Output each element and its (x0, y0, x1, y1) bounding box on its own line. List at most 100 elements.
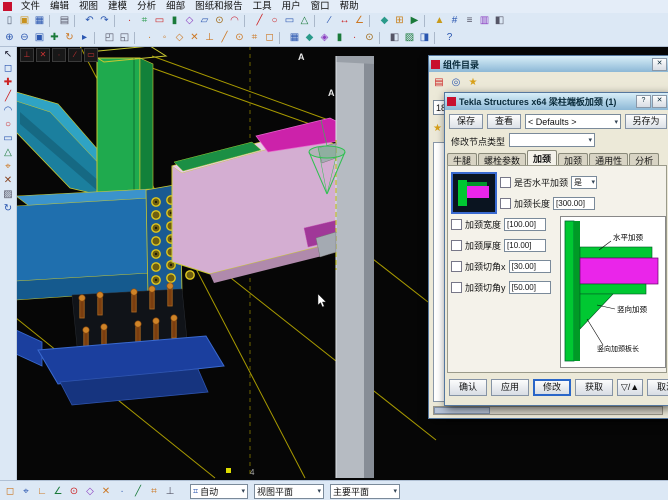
menu-item[interactable]: 图纸和报告 (190, 0, 248, 13)
menu-item[interactable]: 用户 (277, 0, 306, 13)
snap-toggle-4-icon[interactable]: ∠ (50, 484, 66, 499)
zoom-in-icon[interactable]: ⊕ (2, 31, 17, 45)
macro-icon[interactable]: ▶ (407, 14, 422, 28)
pan-icon[interactable]: ✚ (47, 31, 62, 45)
undo-icon[interactable]: ↶ (82, 14, 97, 28)
snap-toggle-3-icon[interactable]: ∟ (34, 484, 50, 499)
redo-icon[interactable]: ↷ (97, 14, 112, 28)
field-control[interactable]: 是 (571, 175, 598, 189)
close-icon[interactable]: ✕ (652, 95, 667, 108)
zoom-fit-icon[interactable]: ▣ (32, 31, 47, 45)
auto-snap-select[interactable]: ⌗ 自动 ▾ (190, 483, 248, 499)
menu-item[interactable]: 帮助 (335, 0, 364, 13)
view-plane-select[interactable]: 视图平面 ▾ (254, 483, 324, 499)
open-model-icon[interactable]: ▣ (17, 14, 32, 28)
catalog-book-icon[interactable]: ▤ (432, 76, 446, 90)
hatch-icon[interactable]: ▨ (1, 188, 15, 202)
draw-circle-icon[interactable]: ○ (1, 118, 15, 132)
snap-toggle-5-icon[interactable]: ⊙ (66, 484, 82, 499)
create-point-icon[interactable]: ∙ (122, 14, 137, 28)
dialog-titlebar[interactable]: Tekla Structures x64 梁柱端板加颈 (1) ? ✕ (445, 93, 668, 110)
menu-item[interactable]: 工具 (248, 0, 277, 13)
snap-toggle-9-icon[interactable]: ╱ (130, 484, 146, 499)
modify-type-select[interactable]: ▾ (509, 133, 595, 147)
draw-arc-icon[interactable]: ◠ (1, 104, 15, 118)
area-select-icon[interactable]: ◻ (1, 62, 15, 76)
snap-dot-icon[interactable]: ∙ (52, 48, 66, 62)
modify-button[interactable]: 修改 (533, 379, 571, 396)
field-control[interactable]: [300.00] (553, 196, 596, 210)
view-3d-icon[interactable]: ◱ (117, 31, 132, 45)
catalog-hscrollbar[interactable] (433, 406, 663, 415)
apply-button[interactable]: 应用 (491, 379, 529, 396)
component-catalog-icon[interactable]: ◆ (377, 14, 392, 28)
select-point-icon[interactable]: ∙ (347, 31, 362, 45)
fly-icon[interactable]: ▸ (77, 31, 92, 45)
field-control[interactable]: [30.00] (508, 259, 551, 273)
circle-tool-icon[interactable]: ○ (267, 14, 282, 28)
polygon-tool-icon[interactable]: △ (297, 14, 312, 28)
snap-perp-icon[interactable]: ⊥ (202, 31, 217, 45)
select-all-icon[interactable]: ▦ (287, 31, 302, 45)
create-grid-icon[interactable]: ⌗ (137, 14, 152, 28)
rect-tool-icon[interactable]: ▭ (282, 14, 297, 28)
select-assembly-icon[interactable]: ◈ (317, 31, 332, 45)
help-icon[interactable]: ? (636, 95, 651, 108)
snap-line-icon[interactable]: ╱ (217, 31, 232, 45)
catalog-star-icon[interactable]: ★ (466, 76, 480, 90)
field-control[interactable]: [10.00] (504, 238, 547, 252)
save-button[interactable]: 保存 (449, 114, 483, 129)
dim-tool-icon[interactable]: ∕ (68, 48, 82, 62)
main-plane-select[interactable]: 主要平面 ▾ (330, 483, 400, 499)
snap-grid-icon[interactable]: ⌗ (247, 31, 262, 45)
field-control[interactable]: [100.00] (504, 217, 547, 231)
auto-connection-icon[interactable]: ⊞ (392, 14, 407, 28)
render-icon[interactable]: ◨ (417, 31, 432, 45)
numbering-icon[interactable]: # (447, 14, 462, 28)
create-beam-icon[interactable]: ▭ (152, 14, 167, 28)
snap-toggle-10-icon[interactable]: ⌗ (146, 484, 162, 499)
origin-icon[interactable]: ⌖ (1, 160, 15, 174)
erase-icon[interactable]: ✕ (1, 174, 15, 188)
create-column-icon[interactable]: ▮ (167, 14, 182, 28)
menu-item[interactable]: 细部 (161, 0, 190, 13)
create-bolt-icon[interactable]: ⊙ (212, 14, 227, 28)
draw-line-icon[interactable]: ╱ (1, 90, 15, 104)
ok-button[interactable]: 确认 (449, 379, 487, 396)
end-plate[interactable] (171, 117, 347, 283)
load-button[interactable]: 查看 (487, 114, 521, 129)
menu-item[interactable]: 窗口 (306, 0, 335, 13)
toggle-button[interactable]: ▽/▲ (617, 379, 643, 396)
add-point-icon[interactable]: ✚ (1, 76, 15, 90)
print-icon[interactable]: ▤ (57, 14, 72, 28)
snap-free-icon[interactable]: ◻ (262, 31, 277, 45)
dimension-icon[interactable]: ↔ (337, 14, 352, 28)
snap-point-icon[interactable]: ∙ (142, 31, 157, 45)
draw-rect-icon[interactable]: ▭ (1, 132, 15, 146)
menu-item[interactable]: 文件 (16, 0, 45, 13)
refresh-icon[interactable]: ↻ (1, 202, 15, 216)
phase-icon[interactable]: ◧ (387, 31, 402, 45)
field-checkbox[interactable] (500, 176, 511, 188)
line-tool-icon[interactable]: ╱ (252, 14, 267, 28)
snap-toggle-7-icon[interactable]: ✕ (98, 484, 114, 499)
field-checkbox[interactable] (451, 281, 462, 293)
rotate-view-icon[interactable]: ↻ (62, 31, 77, 45)
save-as-button[interactable]: 另存为 (625, 114, 667, 129)
named-view-icon[interactable]: ◰ (102, 31, 117, 45)
material-icon[interactable]: ▨ (402, 31, 417, 45)
field-checkbox[interactable] (451, 218, 462, 230)
field-control[interactable]: [50.00] (508, 280, 551, 294)
get-button[interactable]: 获取 (575, 379, 613, 396)
snap-toggle-1-icon[interactable]: ◻ (2, 484, 18, 499)
component-thumbnail[interactable] (451, 172, 497, 214)
report-icon[interactable]: ≡ (462, 14, 477, 28)
help-icon[interactable]: ? (442, 31, 457, 45)
preset-select[interactable]: < Defaults > ▾ (525, 114, 621, 129)
field-checkbox[interactable] (451, 260, 462, 272)
catalog-search-icon[interactable]: ◎ (449, 76, 463, 90)
measure-icon[interactable]: ∕ (322, 14, 337, 28)
snap-x-icon[interactable]: ✕ (36, 48, 50, 62)
snap-toggle-8-icon[interactable]: ∙ (114, 484, 130, 499)
create-weld-icon[interactable]: ◠ (227, 14, 242, 28)
